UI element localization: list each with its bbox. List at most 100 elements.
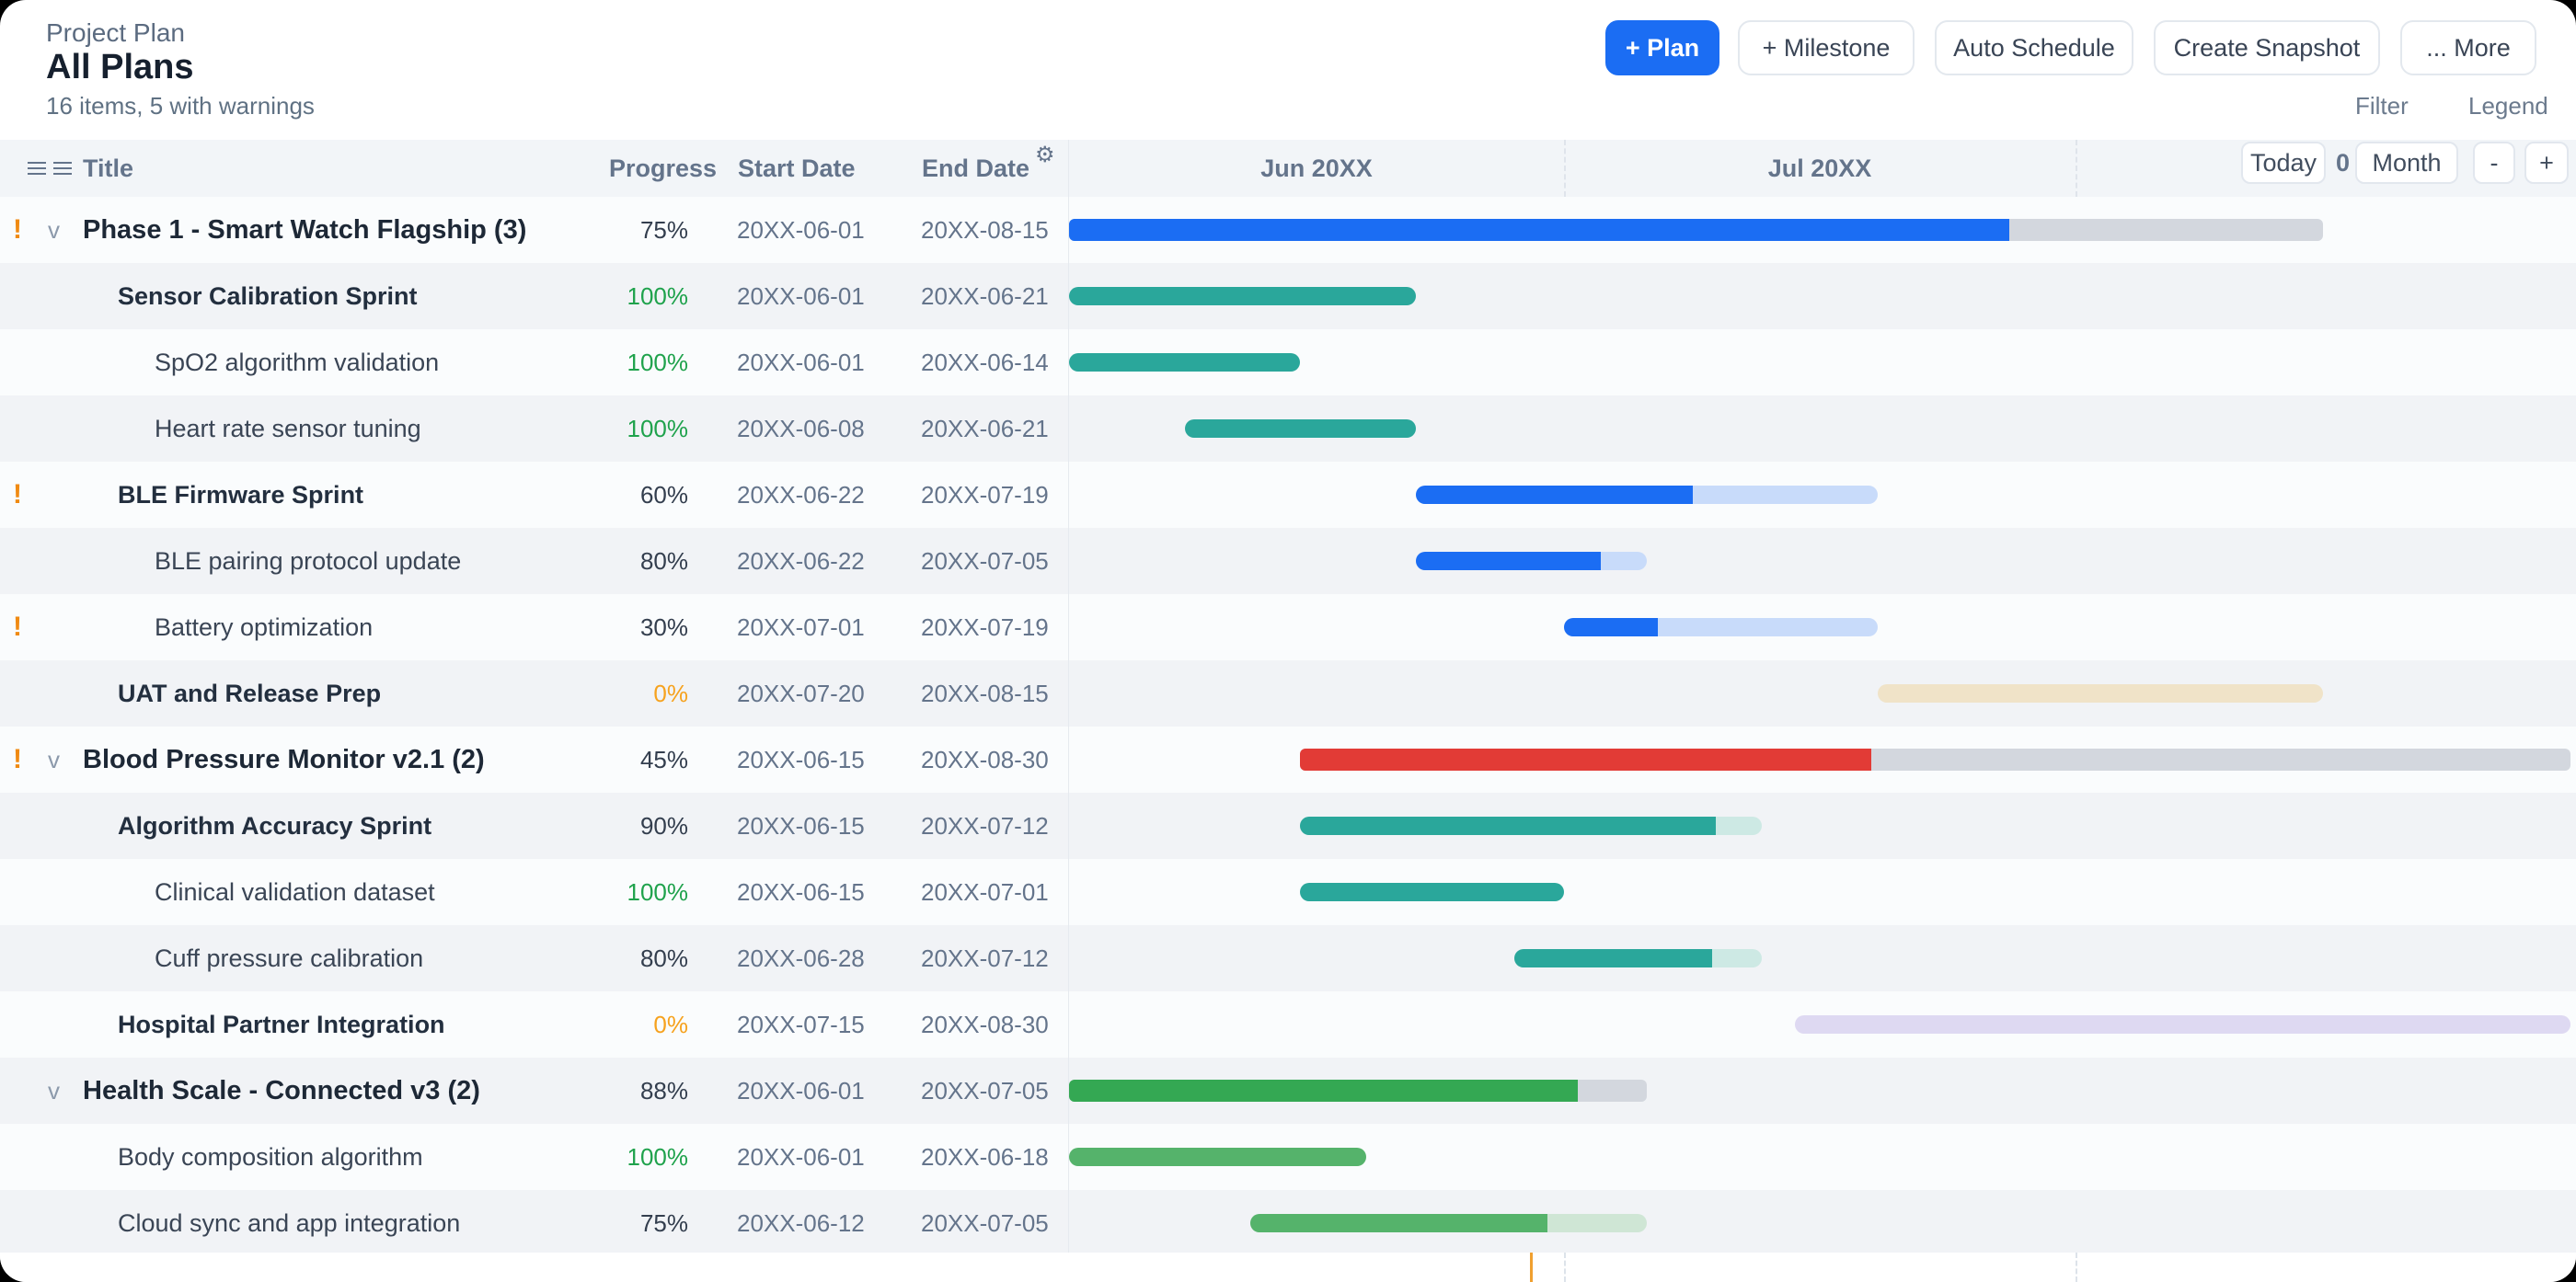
chevron-down-icon[interactable]: v: [48, 197, 60, 263]
today-button[interactable]: Today: [2241, 142, 2326, 184]
gantt-bar[interactable]: [1069, 1148, 1366, 1166]
column-header-start-date[interactable]: Start Date: [738, 140, 856, 197]
progress-value: 0%: [653, 1011, 688, 1038]
row-title: Phase 1 - Smart Watch Flagship (3): [83, 215, 527, 245]
table-row[interactable]: BLE pairing protocol update 80% 20XX-06-22…: [0, 528, 2576, 594]
warning-icon: !: [13, 744, 22, 774]
start-date: 20XX-06-12: [737, 1209, 865, 1237]
gantt-bar[interactable]: [1416, 486, 1878, 504]
table-row[interactable]: ! v Blood Pressure Monitor v2.1 (2) 45% 20XX…: [0, 727, 2576, 793]
gantt-bar[interactable]: [1069, 287, 1416, 305]
grid-header-band: Title Progress Start Date End Date ⚙ Jun…: [0, 140, 2576, 198]
start-date: 20XX-07-20: [737, 680, 865, 707]
row-title: Body composition algorithm: [118, 1143, 423, 1171]
table-row[interactable]: Body composition algorithm 100% 20XX-06-01…: [0, 1124, 2576, 1190]
column-header-progress[interactable]: Progress: [609, 140, 717, 197]
column-menu-icon[interactable]: [53, 162, 72, 175]
row-title: Health Scale - Connected v3 (2): [83, 1076, 480, 1105]
gantt-bar[interactable]: [1300, 817, 1762, 835]
gantt-bar[interactable]: [1300, 883, 1564, 901]
warning-icon: !: [13, 612, 22, 642]
end-date: 20XX-07-19: [921, 613, 1049, 641]
table-row[interactable]: Algorithm Accuracy Sprint 90% 20XX-06-15 20…: [0, 793, 2576, 859]
start-date: 20XX-06-01: [737, 349, 865, 376]
gantt-bar[interactable]: [1069, 219, 2323, 241]
start-date: 20XX-06-28: [737, 944, 865, 972]
add-milestone-button[interactable]: + Milestone: [1738, 20, 1915, 75]
progress-value: 30%: [639, 613, 688, 641]
add-plan-button[interactable]: + Plan: [1605, 20, 1719, 75]
gantt-bar[interactable]: [1300, 749, 2570, 771]
gantt-bar[interactable]: [1250, 1214, 1647, 1232]
chevron-down-icon[interactable]: v: [48, 1058, 60, 1124]
progress-value: 80%: [639, 547, 688, 575]
chevron-down-icon[interactable]: v: [48, 727, 60, 793]
table-row[interactable]: Cuff pressure calibration 80% 20XX-06-28 20…: [0, 925, 2576, 991]
table-row[interactable]: Sensor Calibration Sprint 100% 20XX-06-01 2…: [0, 263, 2576, 329]
zoom-out-button[interactable]: -: [2473, 142, 2515, 184]
start-date: 20XX-06-08: [737, 415, 865, 442]
start-date: 20XX-06-15: [737, 878, 865, 906]
gantt-bar[interactable]: [1069, 353, 1300, 372]
project-plan-window: Project Plan All Plans 16 items, 5 with …: [0, 0, 2576, 1282]
row-title: Cuff pressure calibration: [155, 944, 424, 972]
more-button[interactable]: ... More: [2400, 20, 2536, 75]
progress-value: 80%: [639, 944, 688, 972]
gantt-bar[interactable]: [1514, 949, 1762, 967]
row-title: Algorithm Accuracy Sprint: [118, 812, 432, 840]
progress-value: 0%: [653, 680, 688, 707]
legend-link[interactable]: Legend: [2468, 92, 2548, 120]
create-snapshot-button[interactable]: Create Snapshot: [2154, 20, 2380, 75]
row-title: Battery optimization: [155, 613, 374, 641]
progress-value: 100%: [627, 415, 689, 442]
gantt-bar[interactable]: [1069, 1080, 1647, 1102]
column-header-end-date[interactable]: End Date: [922, 140, 1029, 197]
gantt-bar-fill: [1416, 552, 1601, 570]
month-label-0: Jun 20XX: [1260, 155, 1373, 182]
warning-icon: !: [13, 214, 22, 245]
table-row[interactable]: SpO2 algorithm validation 100% 20XX-06-01 2…: [0, 329, 2576, 395]
table-row[interactable]: ! BLE Firmware Sprint 60% 20XX-06-22 20XX-07…: [0, 462, 2576, 528]
auto-schedule-button[interactable]: Auto Schedule: [1935, 20, 2133, 75]
row-title: Sensor Calibration Sprint: [118, 282, 418, 310]
table-row[interactable]: Heart rate sensor tuning 100% 20XX-06-08 20…: [0, 395, 2576, 462]
start-date: 20XX-07-01: [737, 613, 865, 641]
row-title: Heart rate sensor tuning: [155, 415, 421, 442]
gantt-bar[interactable]: [1185, 419, 1416, 438]
end-date: 20XX-06-21: [921, 415, 1049, 442]
progress-value: 100%: [627, 349, 689, 376]
gantt-bar-fill: [1250, 1214, 1548, 1232]
gantt-bar[interactable]: [1564, 618, 1878, 636]
gantt-bar[interactable]: [1795, 1015, 2570, 1034]
row-title: Clinical validation dataset: [155, 878, 435, 906]
gantt-bar-fill: [1069, 1080, 1578, 1102]
table-row[interactable]: Cloud sync and app integration 75% 20XX-06…: [0, 1190, 2576, 1256]
gantt-bar[interactable]: [1416, 552, 1647, 570]
gantt-bar-fill: [1300, 749, 1872, 771]
column-settings-gear-icon[interactable]: ⚙: [1035, 142, 1055, 168]
unit-selector-button[interactable]: Month: [2355, 142, 2458, 184]
zoom-in-button[interactable]: +: [2524, 142, 2569, 184]
gantt-bar[interactable]: [1878, 684, 2323, 703]
end-date: 20XX-08-15: [921, 680, 1049, 707]
filter-link[interactable]: Filter: [2355, 92, 2409, 120]
grid-line: [1564, 140, 1566, 197]
start-date: 20XX-06-01: [737, 216, 865, 244]
table-row[interactable]: Clinical validation dataset 100% 20XX-06-1…: [0, 859, 2576, 925]
table-row[interactable]: ! Battery optimization 30% 20XX-07-01 20XX-0…: [0, 594, 2576, 660]
start-date: 20XX-07-15: [737, 1011, 865, 1038]
items-summary: 16 items, 5 with warnings: [46, 92, 315, 120]
start-date: 20XX-06-01: [737, 282, 865, 310]
table-row[interactable]: ! v Phase 1 - Smart Watch Flagship (3) 75% 2…: [0, 197, 2576, 263]
row-title: SpO2 algorithm validation: [155, 349, 440, 376]
table-row[interactable]: UAT and Release Prep 0% 20XX-07-20 20XX-08-…: [0, 660, 2576, 727]
table-row[interactable]: Hospital Partner Integration 0% 20XX-07-15…: [0, 991, 2576, 1058]
end-date: 20XX-07-05: [921, 547, 1049, 575]
table-row[interactable]: v Health Scale - Connected v3 (2) 88% 20XX-…: [0, 1058, 2576, 1124]
column-header-title[interactable]: Title: [83, 140, 133, 197]
gantt-bar-fill: [1514, 949, 1713, 967]
progress-value: 75%: [639, 1209, 688, 1237]
row-drag-handle-icon[interactable]: [28, 162, 46, 175]
row-title: Blood Pressure Monitor v2.1 (2): [83, 745, 485, 774]
start-date: 20XX-06-22: [737, 547, 865, 575]
